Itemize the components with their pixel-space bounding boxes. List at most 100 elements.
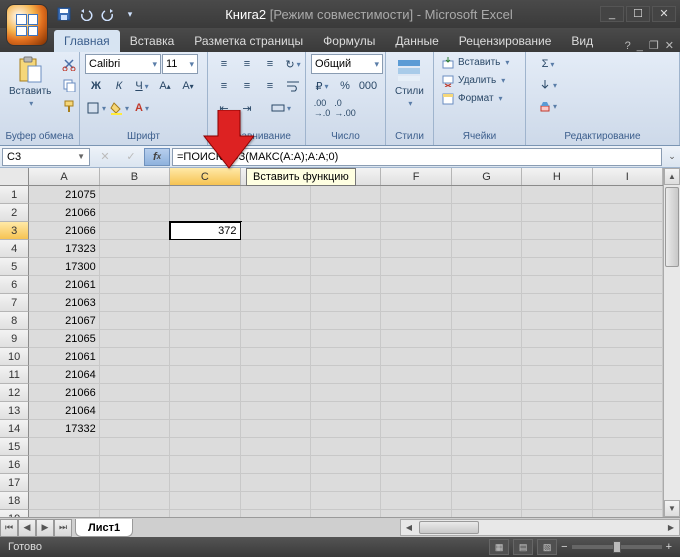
accounting-button[interactable]: ₽▾ — [311, 76, 333, 96]
cell[interactable] — [170, 276, 240, 294]
cell[interactable] — [452, 456, 522, 474]
cell[interactable] — [593, 474, 663, 492]
zoom-slider[interactable] — [572, 545, 662, 549]
cell[interactable] — [241, 312, 311, 330]
row-header[interactable]: 2 — [0, 204, 29, 222]
row-header[interactable]: 14 — [0, 420, 29, 438]
tab-view[interactable]: Вид — [561, 30, 603, 52]
cut-button[interactable] — [58, 54, 80, 74]
sheet-nav-first-button[interactable]: ⏮ — [0, 519, 18, 537]
font-color-button[interactable]: A▾ — [131, 98, 153, 118]
cell[interactable]: 21065 — [29, 330, 99, 348]
cell[interactable] — [241, 420, 311, 438]
cell[interactable] — [381, 240, 451, 258]
cell[interactable] — [593, 240, 663, 258]
cell[interactable] — [452, 438, 522, 456]
cell[interactable] — [452, 222, 522, 240]
tab-data[interactable]: Данные — [385, 30, 448, 52]
cell[interactable] — [29, 456, 99, 474]
align-middle-button[interactable]: ≡ — [236, 54, 258, 74]
cell[interactable] — [311, 204, 381, 222]
row-header[interactable]: 13 — [0, 402, 29, 420]
cell[interactable] — [522, 492, 592, 510]
cell[interactable] — [452, 420, 522, 438]
cell[interactable] — [311, 384, 381, 402]
cell[interactable] — [593, 258, 663, 276]
cell[interactable] — [593, 276, 663, 294]
cell[interactable] — [593, 420, 663, 438]
cell[interactable] — [100, 492, 170, 510]
cell[interactable] — [170, 420, 240, 438]
cell[interactable] — [381, 222, 451, 240]
tab-review[interactable]: Рецензирование — [449, 30, 562, 52]
row-header[interactable]: 19 — [0, 510, 29, 517]
cell[interactable] — [381, 438, 451, 456]
cell[interactable] — [593, 510, 663, 517]
wrap-text-button[interactable] — [282, 76, 304, 96]
cell[interactable] — [593, 204, 663, 222]
cell[interactable] — [452, 312, 522, 330]
row-header[interactable]: 5 — [0, 258, 29, 276]
comma-button[interactable]: 000 — [357, 76, 379, 96]
decrease-decimal-button[interactable]: .0→.00 — [334, 98, 356, 118]
cell[interactable] — [100, 312, 170, 330]
italic-button[interactable]: К — [108, 76, 130, 96]
cell[interactable] — [241, 384, 311, 402]
cell[interactable]: 21061 — [29, 276, 99, 294]
vertical-scrollbar[interactable]: ▲ ▼ — [663, 168, 680, 517]
name-box[interactable]: C3 ▼ — [2, 148, 90, 166]
align-center-button[interactable]: ≡ — [236, 76, 258, 96]
cell[interactable] — [522, 438, 592, 456]
cell[interactable] — [381, 384, 451, 402]
page-break-view-button[interactable]: ▧ — [537, 539, 557, 555]
cell[interactable] — [452, 258, 522, 276]
cell[interactable] — [170, 348, 240, 366]
styles-button[interactable]: Стили▾ — [391, 54, 428, 110]
cell[interactable] — [452, 348, 522, 366]
cell[interactable] — [170, 438, 240, 456]
cell[interactable] — [381, 258, 451, 276]
row-header[interactable]: 8 — [0, 312, 29, 330]
cell[interactable]: 17332 — [29, 420, 99, 438]
tab-formulas[interactable]: Формулы — [313, 30, 385, 52]
font-size-combo[interactable]: 11▾ — [162, 54, 198, 74]
cell[interactable] — [29, 492, 99, 510]
cell[interactable] — [241, 276, 311, 294]
cell[interactable] — [381, 402, 451, 420]
page-layout-view-button[interactable]: ▤ — [513, 539, 533, 555]
cell[interactable]: 21067 — [29, 312, 99, 330]
row-header[interactable]: 10 — [0, 348, 29, 366]
cell[interactable] — [170, 474, 240, 492]
row-header[interactable]: 15 — [0, 438, 29, 456]
cell[interactable] — [241, 330, 311, 348]
copy-button[interactable] — [58, 75, 80, 95]
cell[interactable] — [241, 492, 311, 510]
autosum-button[interactable]: Σ▾ — [531, 54, 565, 74]
cell[interactable] — [522, 186, 592, 204]
cell[interactable] — [452, 204, 522, 222]
cell[interactable] — [170, 330, 240, 348]
normal-view-button[interactable]: ▦ — [489, 539, 509, 555]
font-name-combo[interactable]: Calibri▾ — [85, 54, 161, 74]
cell[interactable] — [452, 294, 522, 312]
cell[interactable] — [241, 294, 311, 312]
cell[interactable] — [452, 366, 522, 384]
cell[interactable] — [311, 240, 381, 258]
cell[interactable] — [100, 240, 170, 258]
cell[interactable] — [100, 510, 170, 517]
cell[interactable] — [593, 186, 663, 204]
zoom-out-button[interactable]: − — [561, 541, 567, 553]
scroll-left-button[interactable]: ◀ — [401, 523, 417, 532]
scroll-right-button[interactable]: ▶ — [663, 523, 679, 532]
row-header[interactable]: 11 — [0, 366, 29, 384]
underline-button[interactable]: Ч▾ — [131, 76, 153, 96]
select-all-corner[interactable] — [0, 168, 29, 185]
cell[interactable] — [170, 186, 240, 204]
cell[interactable] — [381, 366, 451, 384]
cell[interactable] — [593, 366, 663, 384]
cell[interactable] — [311, 474, 381, 492]
column-header[interactable]: F — [381, 168, 451, 185]
cell[interactable] — [100, 276, 170, 294]
cell[interactable] — [522, 312, 592, 330]
cell[interactable] — [522, 510, 592, 517]
